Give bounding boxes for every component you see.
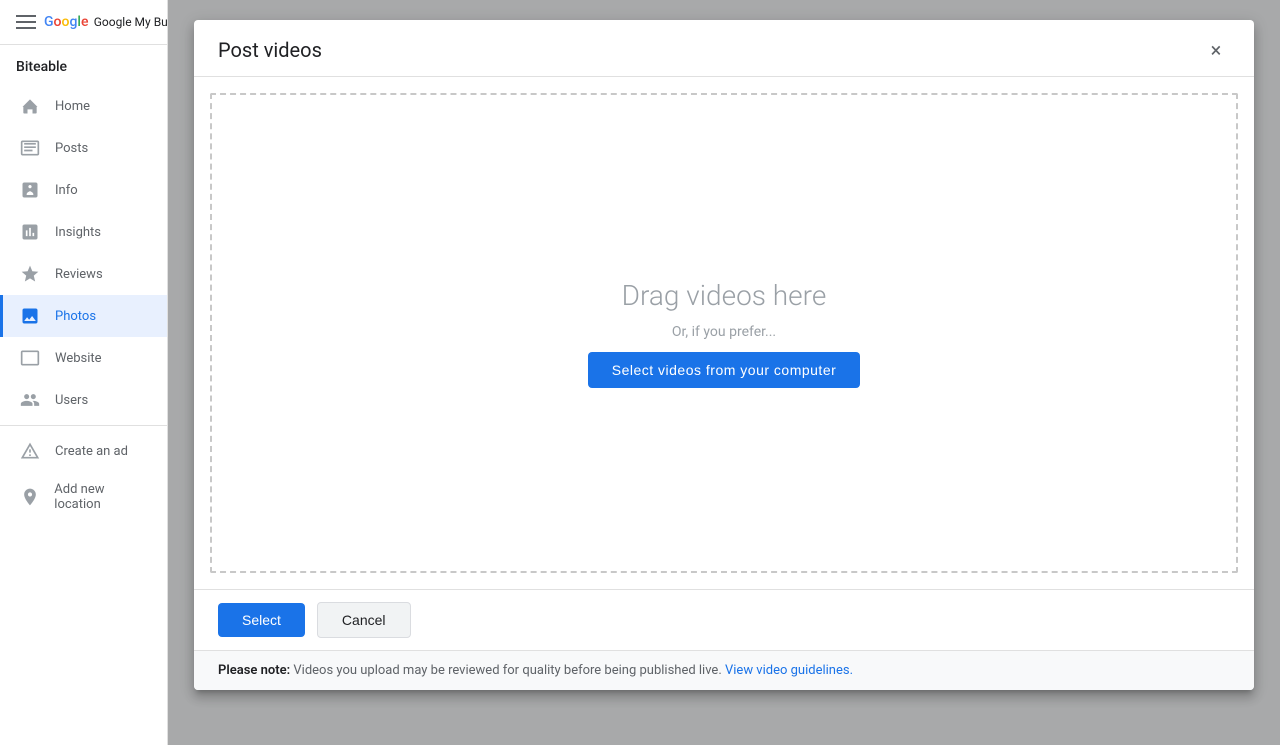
insights-label: Insights [55, 225, 101, 240]
main-content: Post videos × Drag videos here Or, if yo… [168, 0, 1280, 745]
info-icon [19, 179, 41, 201]
note-text: Videos you upload may be reviewed for qu… [293, 663, 725, 678]
add-location-label: Add new location [54, 482, 151, 512]
posts-icon [19, 137, 41, 159]
video-guidelines-link[interactable]: View video guidelines. [725, 663, 853, 678]
sidebar-item-users[interactable]: Users [0, 379, 167, 421]
modal-title: Post videos [218, 38, 322, 62]
drop-zone-or-text: Or, if you prefer... [672, 324, 776, 340]
cancel-button[interactable]: Cancel [317, 602, 411, 638]
modal-overlay: Post videos × Drag videos here Or, if yo… [168, 0, 1280, 745]
close-button[interactable]: × [1202, 36, 1230, 64]
home-label: Home [55, 99, 90, 114]
sidebar-item-add-location[interactable]: Add new location [0, 472, 167, 522]
website-icon [19, 347, 41, 369]
modal-body: Drag videos here Or, if you prefer... Se… [194, 77, 1254, 589]
photos-icon [19, 305, 41, 327]
google-logo: Google Google My Business [44, 14, 168, 30]
select-videos-button[interactable]: Select videos from your computer [588, 352, 861, 388]
sidebar-item-reviews[interactable]: Reviews [0, 253, 167, 295]
sidebar-item-photos[interactable]: Photos [0, 295, 167, 337]
video-drop-zone[interactable]: Drag videos here Or, if you prefer... Se… [210, 93, 1238, 573]
website-label: Website [55, 351, 102, 366]
sidebar: Google Google My Business Biteable Home … [0, 0, 168, 745]
sidebar-item-home[interactable]: Home [0, 85, 167, 127]
info-label: Info [55, 183, 78, 198]
sidebar-item-posts[interactable]: Posts [0, 127, 167, 169]
posts-label: Posts [55, 141, 88, 156]
sidebar-item-create-ad[interactable]: Create an ad [0, 430, 167, 472]
home-icon [19, 95, 41, 117]
sidebar-item-info[interactable]: Info [0, 169, 167, 211]
modal-header: Post videos × [194, 20, 1254, 77]
note-prefix: Please note: [218, 663, 290, 678]
hamburger-icon[interactable] [16, 12, 36, 32]
create-ad-label: Create an ad [55, 444, 128, 459]
business-name: Biteable [0, 45, 167, 85]
sidebar-divider [0, 425, 167, 426]
sidebar-header: Google Google My Business [0, 0, 167, 45]
photos-label: Photos [55, 309, 96, 324]
add-location-icon [19, 486, 40, 508]
sidebar-item-website[interactable]: Website [0, 337, 167, 379]
users-label: Users [55, 393, 88, 408]
modal-note: Please note: Videos you upload may be re… [194, 650, 1254, 690]
reviews-icon [19, 263, 41, 285]
modal-footer: Select Cancel [194, 589, 1254, 650]
select-button[interactable]: Select [218, 603, 305, 637]
reviews-label: Reviews [55, 267, 103, 282]
post-videos-modal: Post videos × Drag videos here Or, if yo… [194, 20, 1254, 690]
users-icon [19, 389, 41, 411]
drop-zone-title: Drag videos here [622, 279, 827, 312]
insights-icon [19, 221, 41, 243]
create-ad-icon [19, 440, 41, 462]
sidebar-item-insights[interactable]: Insights [0, 211, 167, 253]
